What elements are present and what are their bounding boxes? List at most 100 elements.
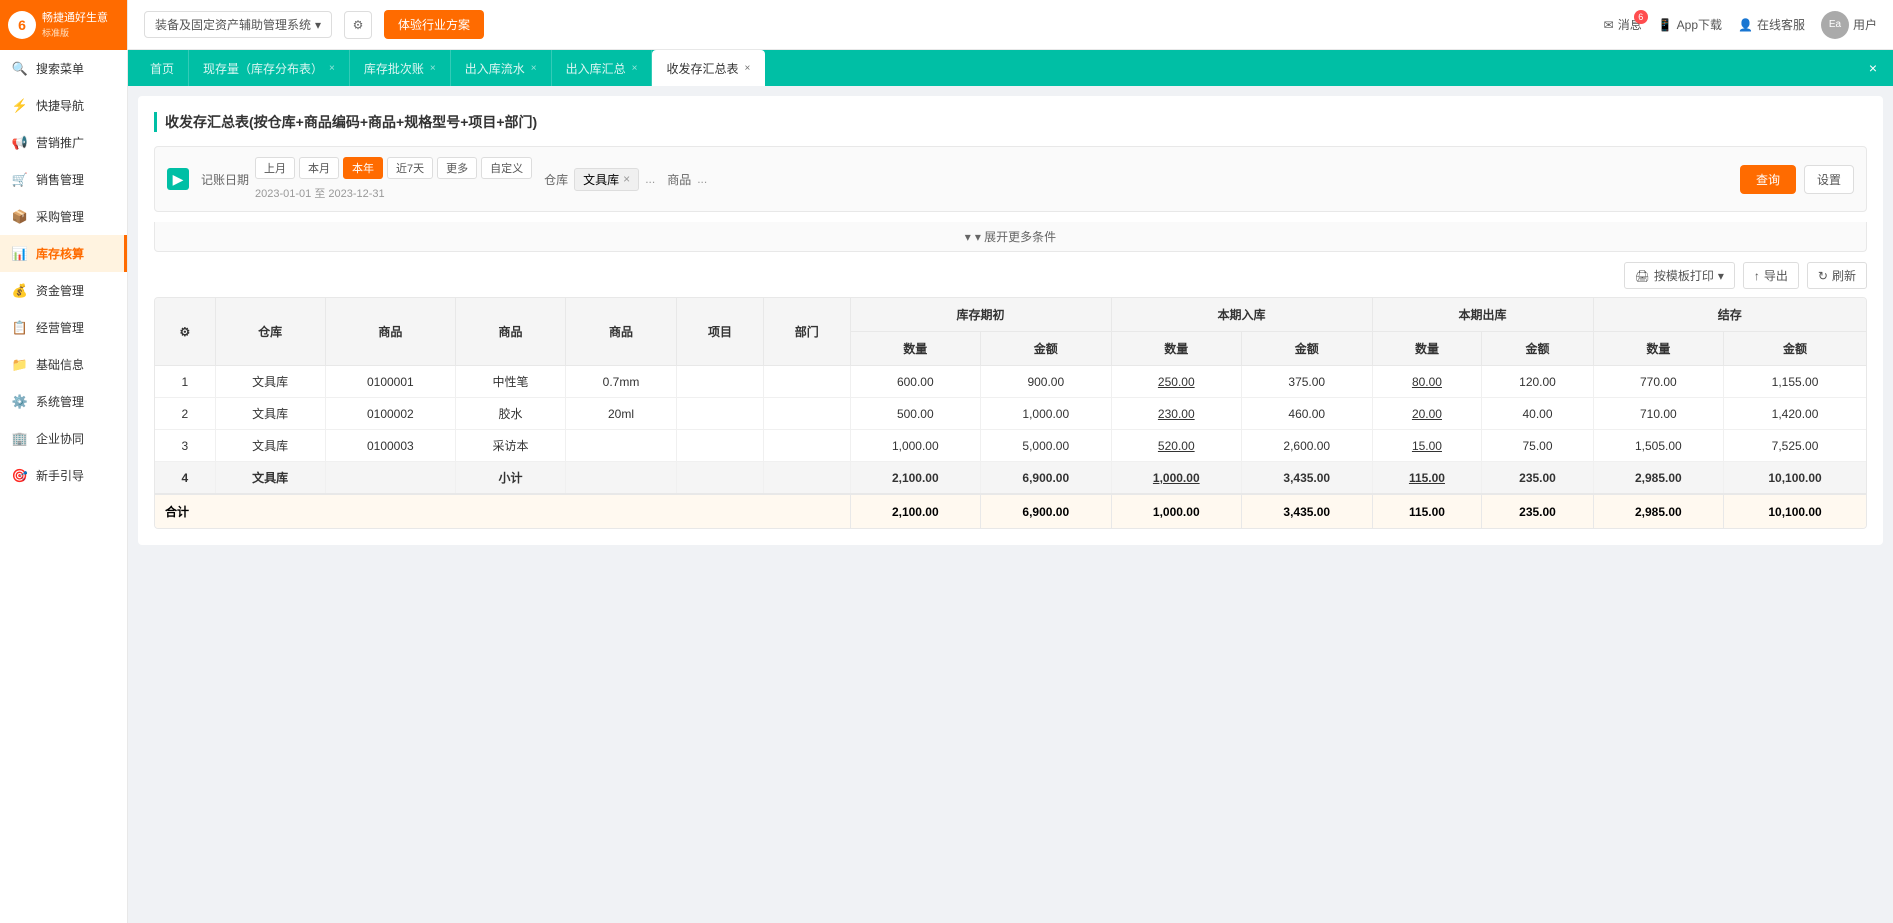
date-btn-本月[interactable]: 本月 bbox=[299, 157, 339, 179]
avatar-text: Ea bbox=[1821, 11, 1849, 39]
col-gear[interactable]: ⚙ bbox=[155, 298, 215, 366]
export-button[interactable]: ↑ 导出 bbox=[1743, 262, 1799, 289]
warehouse-more-dots[interactable]: ... bbox=[645, 172, 655, 186]
cell-balance-amt-2: 7,525.00 bbox=[1724, 430, 1866, 462]
date-btn-本年[interactable]: 本年 bbox=[343, 157, 383, 179]
user-menu[interactable]: Ea 用户 bbox=[1821, 11, 1877, 39]
cell-code-0: 0100001 bbox=[325, 366, 455, 398]
sidebar-item-marketing[interactable]: 📢营销推广 bbox=[0, 124, 127, 161]
online-service-button[interactable]: 👤 在线客服 bbox=[1738, 16, 1805, 33]
subtotal-code bbox=[325, 462, 455, 495]
refresh-button[interactable]: ↻ 刷新 bbox=[1807, 262, 1867, 289]
system-icon: ⚙️ bbox=[12, 394, 28, 410]
cell-dept-2 bbox=[763, 430, 850, 462]
date-btn-自定义[interactable]: 自定义 bbox=[481, 157, 532, 179]
sidebar-item-sales[interactable]: 🛒销售管理 bbox=[0, 161, 127, 198]
app-download-button[interactable]: 📱 App下载 bbox=[1658, 16, 1722, 33]
total-label: 合计 bbox=[155, 494, 850, 528]
main-area: 装备及固定资产辅助管理系统 ▾ ⚙ 体验行业方案 ✉ 消息 6 📱 App下载 … bbox=[128, 0, 1893, 923]
sidebar-item-label-purchase: 采购管理 bbox=[36, 208, 84, 225]
cell-out-qty-1[interactable]: 20.00 bbox=[1372, 398, 1482, 430]
page-content: 收发存汇总表(按仓库+商品编码+商品+规格型号+项目+部门) ▶ 记账日期 上月… bbox=[128, 86, 1893, 923]
tab-close-in-out-summary[interactable]: × bbox=[632, 63, 638, 74]
cell-opening-amt-1: 1,000.00 bbox=[981, 398, 1111, 430]
sidebar-item-enterprise[interactable]: 🏢企业协同 bbox=[0, 420, 127, 457]
expand-more-label: ▾ 展开更多条件 bbox=[975, 228, 1056, 245]
print-button[interactable]: 🖨 按模板打印 ▾ bbox=[1624, 262, 1735, 289]
purchase-icon: 📦 bbox=[12, 209, 28, 225]
expand-more-button[interactable]: ▾ ▾ 展开更多条件 bbox=[965, 228, 1056, 245]
message-button[interactable]: ✉ 消息 6 bbox=[1604, 16, 1642, 33]
tab-in-out-flow[interactable]: 出入库流水× bbox=[451, 50, 552, 86]
trial-button[interactable]: 体验行业方案 bbox=[384, 10, 484, 39]
col-goods-code: 商品 bbox=[325, 298, 455, 366]
download-icon: 📱 bbox=[1658, 18, 1673, 32]
col-balance-qty: 数量 bbox=[1593, 332, 1723, 366]
cell-in-qty-2[interactable]: 520.00 bbox=[1111, 430, 1241, 462]
cell-opening-amt-2: 5,000.00 bbox=[981, 430, 1111, 462]
sidebar-item-inventory[interactable]: 📊库存核算 bbox=[0, 235, 127, 272]
tab-close-batch[interactable]: × bbox=[430, 63, 436, 74]
guide-icon: 🎯 bbox=[12, 468, 28, 484]
sidebar-item-label-guide: 新手引导 bbox=[36, 467, 84, 484]
tab-batch[interactable]: 库存批次账× bbox=[350, 50, 451, 86]
subtotal-name: 小计 bbox=[456, 462, 566, 495]
tab-home[interactable]: 首页 bbox=[136, 50, 189, 86]
sidebar-item-quick-nav[interactable]: ⚡快捷导航 bbox=[0, 87, 127, 124]
filter-expand-button[interactable]: ▶ bbox=[167, 168, 189, 190]
sidebar-item-finance[interactable]: 💰资金管理 bbox=[0, 272, 127, 309]
tab-close-in-out-flow[interactable]: × bbox=[531, 63, 537, 74]
subtotal-spec bbox=[565, 462, 676, 495]
cell-project-1 bbox=[677, 398, 764, 430]
topbar: 装备及固定资产辅助管理系统 ▾ ⚙ 体验行业方案 ✉ 消息 6 📱 App下载 … bbox=[128, 0, 1893, 50]
date-options: 上月本月本年近7天更多自定义 2023-01-01 至 2023-12-31 bbox=[255, 157, 532, 201]
settings-button[interactable]: 设置 bbox=[1804, 165, 1854, 194]
cell-out-qty-0[interactable]: 80.00 bbox=[1372, 366, 1482, 398]
cell-out-qty-2[interactable]: 15.00 bbox=[1372, 430, 1482, 462]
col-group-out: 本期出库 bbox=[1372, 298, 1593, 332]
subtotal-in-qty[interactable]: 1,000.00 bbox=[1111, 462, 1241, 495]
subtotal-out-qty[interactable]: 115.00 bbox=[1372, 462, 1482, 495]
basic-info-icon: 📁 bbox=[12, 357, 28, 373]
col-group-opening: 库存期初 bbox=[850, 298, 1111, 332]
system-dropdown[interactable]: 装备及固定资产辅助管理系统 ▾ bbox=[144, 11, 332, 38]
tabbar-close-button[interactable]: × bbox=[1861, 60, 1885, 76]
tab-recv-send-summary[interactable]: 收发存汇总表× bbox=[652, 50, 765, 86]
system-title: 装备及固定资产辅助管理系统 bbox=[155, 16, 311, 33]
sidebar: 6 畅捷通好生意 标准版 🔍搜索菜单⚡快捷导航📢营销推广🛒销售管理📦采购管理📊库… bbox=[0, 0, 128, 923]
sidebar-item-purchase[interactable]: 📦 采购管理 bbox=[0, 198, 127, 235]
cell-no-0: 1 bbox=[155, 366, 215, 398]
sidebar-item-search[interactable]: 🔍搜索菜单 bbox=[0, 50, 127, 87]
tab-close-recv-send-summary[interactable]: × bbox=[744, 63, 750, 74]
date-btn-更多[interactable]: 更多 bbox=[437, 157, 477, 179]
warehouse-tag[interactable]: 文具库 × bbox=[574, 168, 639, 191]
export-label: 导出 bbox=[1764, 267, 1788, 284]
total-opening-qty: 2,100.00 bbox=[850, 494, 980, 528]
service-icon: 👤 bbox=[1738, 18, 1753, 32]
cell-in-qty-0[interactable]: 250.00 bbox=[1111, 366, 1241, 398]
total-out-amt: 235.00 bbox=[1482, 494, 1593, 528]
sidebar-item-business[interactable]: 📋经营管理 bbox=[0, 309, 127, 346]
cell-in-qty-1[interactable]: 230.00 bbox=[1111, 398, 1241, 430]
warehouse-tag-close-icon[interactable]: × bbox=[623, 172, 630, 186]
subtotal-opening-qty: 2,100.00 bbox=[850, 462, 980, 495]
date-btn-上月[interactable]: 上月 bbox=[255, 157, 295, 179]
tab-bar: 首页现存量（库存分布表）×库存批次账×出入库流水×出入库汇总×收发存汇总表×× bbox=[128, 50, 1893, 86]
date-btn-近7天[interactable]: 近7天 bbox=[387, 157, 433, 179]
online-service-label: 在线客服 bbox=[1757, 16, 1805, 33]
cell-dept-0 bbox=[763, 366, 850, 398]
inventory-icon: 📊 bbox=[12, 246, 28, 262]
tab-inventory-dist[interactable]: 现存量（库存分布表）× bbox=[189, 50, 350, 86]
cell-name-2: 采访本 bbox=[456, 430, 566, 462]
sidebar-item-basic-info[interactable]: 📁基础信息 bbox=[0, 346, 127, 383]
print-dropdown-icon: ▾ bbox=[1718, 269, 1724, 283]
goods-more-dots[interactable]: ... bbox=[697, 172, 707, 186]
tab-close-inventory-dist[interactable]: × bbox=[329, 63, 335, 74]
subtotal-row: 4 文具库 小计 2,100.00 6,900.00 1,000.00 3,43… bbox=[155, 462, 1866, 495]
query-button[interactable]: 查询 bbox=[1740, 165, 1796, 194]
tab-in-out-summary[interactable]: 出入库汇总× bbox=[552, 50, 653, 86]
sidebar-item-guide[interactable]: 🎯 新手引导 bbox=[0, 457, 127, 494]
enterprise-icon: 🏢 bbox=[12, 431, 28, 447]
gear-button[interactable]: ⚙ bbox=[344, 11, 372, 39]
sidebar-item-system[interactable]: ⚙️系统管理 bbox=[0, 383, 127, 420]
